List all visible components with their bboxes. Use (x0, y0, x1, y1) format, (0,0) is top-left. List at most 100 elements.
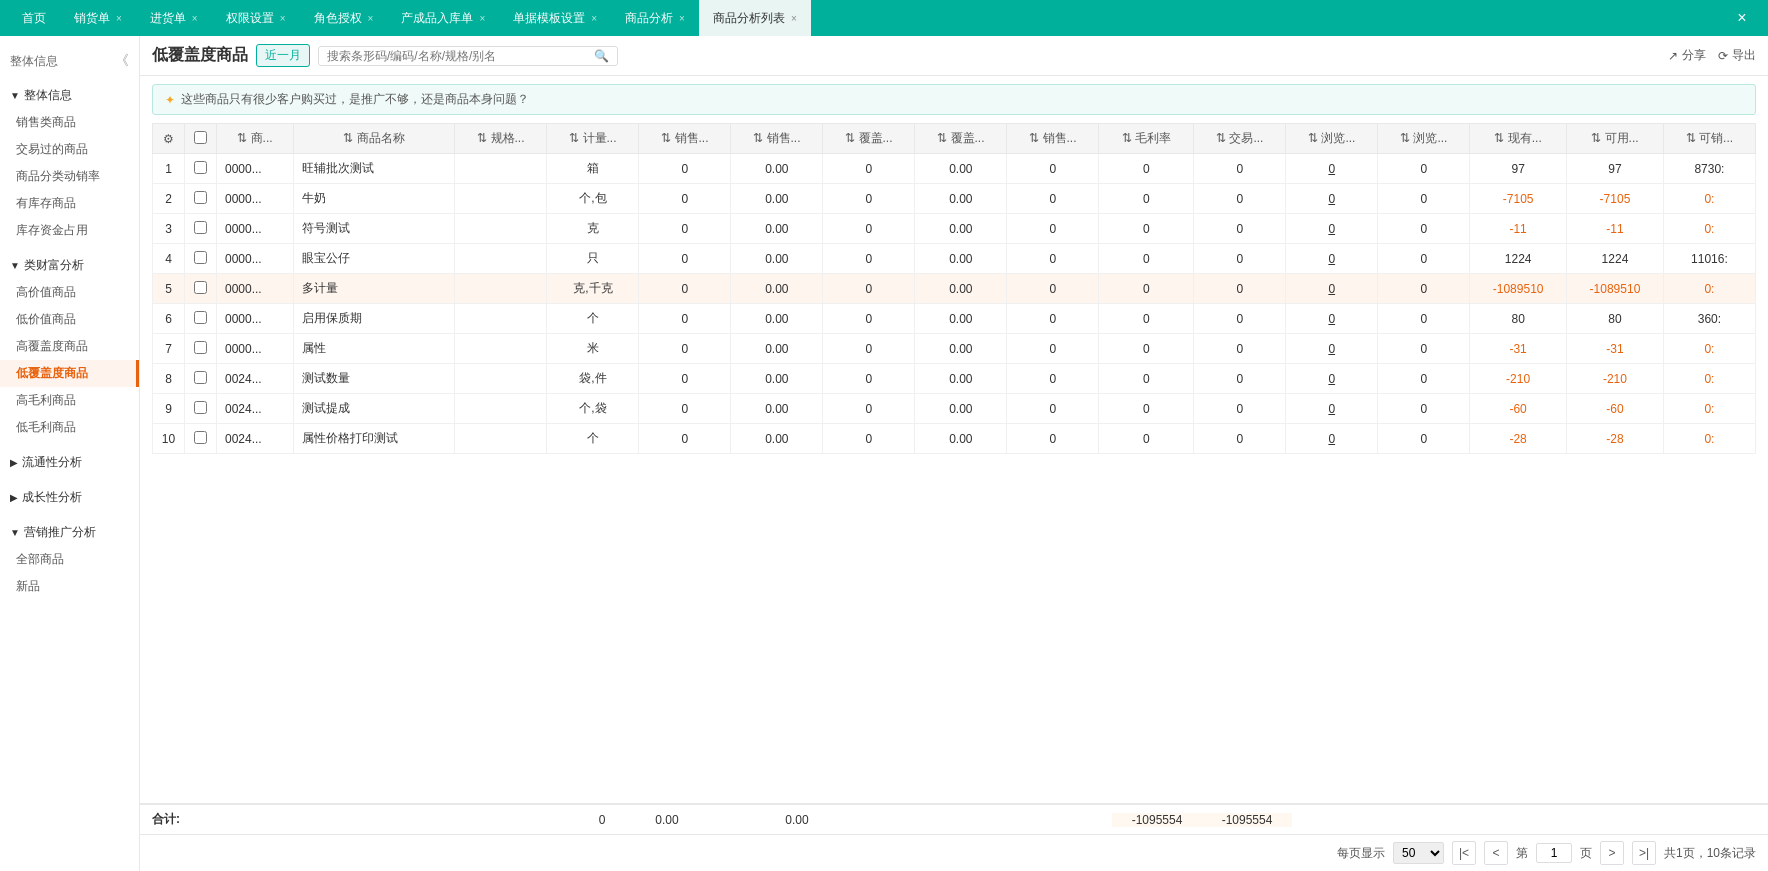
row-browse1[interactable]: 0 (1286, 184, 1378, 214)
row-select-checkbox[interactable] (194, 311, 207, 324)
sort-icon[interactable]: ⇅ (661, 131, 671, 145)
sort-icon[interactable]: ⇅ (1400, 131, 1410, 145)
sort-icon[interactable]: ⇅ (1308, 131, 1318, 145)
nav-doc-template[interactable]: 单据模板设置 × (499, 0, 611, 36)
sort-icon[interactable]: ⇅ (1686, 131, 1696, 145)
sidebar-item-high-coverage[interactable]: 高覆盖度商品 (0, 333, 139, 360)
row-checkbox[interactable] (185, 364, 217, 394)
sort-icon[interactable]: ⇅ (1591, 131, 1601, 145)
row-checkbox[interactable] (185, 274, 217, 304)
row-checkbox[interactable] (185, 244, 217, 274)
row-checkbox[interactable] (185, 394, 217, 424)
sidebar-item-new-products[interactable]: 新品 (0, 573, 139, 600)
sidebar-item-category-turnover[interactable]: 商品分类动销率 (0, 163, 139, 190)
row-checkbox[interactable] (185, 304, 217, 334)
sort-icon[interactable]: ⇅ (1122, 131, 1132, 145)
window-close-button[interactable]: × (1724, 0, 1760, 36)
share-button[interactable]: ↗ 分享 (1668, 47, 1706, 64)
nav-product-analysis-list[interactable]: 商品分析列表 × (699, 0, 811, 36)
close-icon[interactable]: × (116, 13, 122, 24)
nav-sales-order[interactable]: 销货单 × (60, 0, 136, 36)
row-browse1[interactable]: 0 (1286, 304, 1378, 334)
export-button[interactable]: ⟳ 导出 (1718, 47, 1756, 64)
sidebar-group-title-wealth[interactable]: ▼ 类财富分析 (0, 252, 139, 279)
close-icon[interactable]: × (791, 13, 797, 24)
row-checkbox[interactable] (185, 184, 217, 214)
sort-icon[interactable]: ⇅ (753, 131, 763, 145)
row-select-checkbox[interactable] (194, 281, 207, 294)
page-number-input[interactable] (1536, 843, 1572, 863)
close-icon[interactable]: × (192, 13, 198, 24)
nav-purchase-order[interactable]: 进货单 × (136, 0, 212, 36)
select-all-checkbox[interactable] (194, 131, 207, 144)
row-select-checkbox[interactable] (194, 371, 207, 384)
first-page-button[interactable]: |< (1452, 841, 1476, 865)
sort-icon[interactable]: ⇅ (237, 131, 247, 145)
row-checkbox[interactable] (185, 334, 217, 364)
row-select-checkbox[interactable] (194, 221, 207, 234)
sidebar-item-high-margin[interactable]: 高毛利商品 (0, 387, 139, 414)
checkbox-column-header[interactable] (185, 124, 217, 154)
sort-icon[interactable]: ⇅ (1216, 131, 1226, 145)
sort-icon[interactable]: ⇅ (1029, 131, 1039, 145)
sidebar-group-title-overall[interactable]: ▼ 整体信息 (0, 82, 139, 109)
row-browse1[interactable]: 0 (1286, 334, 1378, 364)
search-input[interactable] (327, 49, 594, 63)
sort-icon[interactable]: ⇅ (343, 131, 353, 145)
sidebar-item-low-margin[interactable]: 低毛利商品 (0, 414, 139, 441)
settings-column-header[interactable]: ⚙ (153, 124, 185, 154)
row-browse1[interactable]: 0 (1286, 244, 1378, 274)
sort-icon[interactable]: ⇅ (845, 131, 855, 145)
row-select-checkbox[interactable] (194, 341, 207, 354)
close-icon[interactable]: × (280, 13, 286, 24)
row-checkbox[interactable] (185, 154, 217, 184)
row-browse1[interactable]: 0 (1286, 274, 1378, 304)
row-gross-margin: 0 (1099, 214, 1194, 244)
filter-recent-month-button[interactable]: 近一月 (256, 44, 310, 67)
nav-product-analysis[interactable]: 商品分析 × (611, 0, 699, 36)
sidebar-item-traded-products[interactable]: 交易过的商品 (0, 136, 139, 163)
row-browse1[interactable]: 0 (1286, 154, 1378, 184)
row-browse1[interactable]: 0 (1286, 394, 1378, 424)
sidebar-item-all-products[interactable]: 全部商品 (0, 546, 139, 573)
row-checkbox[interactable] (185, 214, 217, 244)
close-icon[interactable]: × (479, 13, 485, 24)
sidebar-item-low-value[interactable]: 低价值商品 (0, 306, 139, 333)
nav-permission-settings[interactable]: 权限设置 × (212, 0, 300, 36)
last-page-button[interactable]: >| (1632, 841, 1656, 865)
row-browse1[interactable]: 0 (1286, 214, 1378, 244)
sidebar-item-high-value[interactable]: 高价值商品 (0, 279, 139, 306)
row-select-checkbox[interactable] (194, 431, 207, 444)
sidebar-group-title-marketing[interactable]: ▼ 营销推广分析 (0, 519, 139, 546)
close-icon[interactable]: × (368, 13, 374, 24)
nav-role-auth[interactable]: 角色授权 × (300, 0, 388, 36)
sidebar-item-sales-products[interactable]: 销售类商品 (0, 109, 139, 136)
nav-home[interactable]: 首页 (8, 0, 60, 36)
next-page-button[interactable]: > (1600, 841, 1624, 865)
prev-page-button[interactable]: < (1484, 841, 1508, 865)
sidebar-group-title-liquidity[interactable]: ▶ 流通性分析 (0, 449, 139, 476)
sort-icon[interactable]: ⇅ (937, 131, 947, 145)
search-icon[interactable]: 🔍 (594, 49, 609, 63)
sort-icon[interactable]: ⇅ (477, 131, 487, 145)
sidebar-collapse-button[interactable]: 《 (115, 52, 129, 70)
settings-icon[interactable]: ⚙ (163, 132, 174, 146)
sort-icon[interactable]: ⇅ (569, 131, 579, 145)
nav-product-entry[interactable]: 产成品入库单 × (387, 0, 499, 36)
row-browse1[interactable]: 0 (1286, 364, 1378, 394)
close-icon[interactable]: × (679, 13, 685, 24)
row-select-checkbox[interactable] (194, 191, 207, 204)
row-browse1[interactable]: 0 (1286, 424, 1378, 454)
sort-icon[interactable]: ⇅ (1494, 131, 1504, 145)
row-coverage1: 0 (823, 424, 915, 454)
sidebar-item-low-coverage[interactable]: 低覆盖度商品 (0, 360, 139, 387)
sidebar-item-stocked-products[interactable]: 有库存商品 (0, 190, 139, 217)
sidebar-item-capital-occupation[interactable]: 库存资金占用 (0, 217, 139, 244)
sidebar-group-title-growth[interactable]: ▶ 成长性分析 (0, 484, 139, 511)
row-select-checkbox[interactable] (194, 401, 207, 414)
row-checkbox[interactable] (185, 424, 217, 454)
close-icon[interactable]: × (591, 13, 597, 24)
row-select-checkbox[interactable] (194, 251, 207, 264)
row-select-checkbox[interactable] (194, 161, 207, 174)
page-size-select[interactable]: 50 100 200 (1393, 842, 1444, 864)
